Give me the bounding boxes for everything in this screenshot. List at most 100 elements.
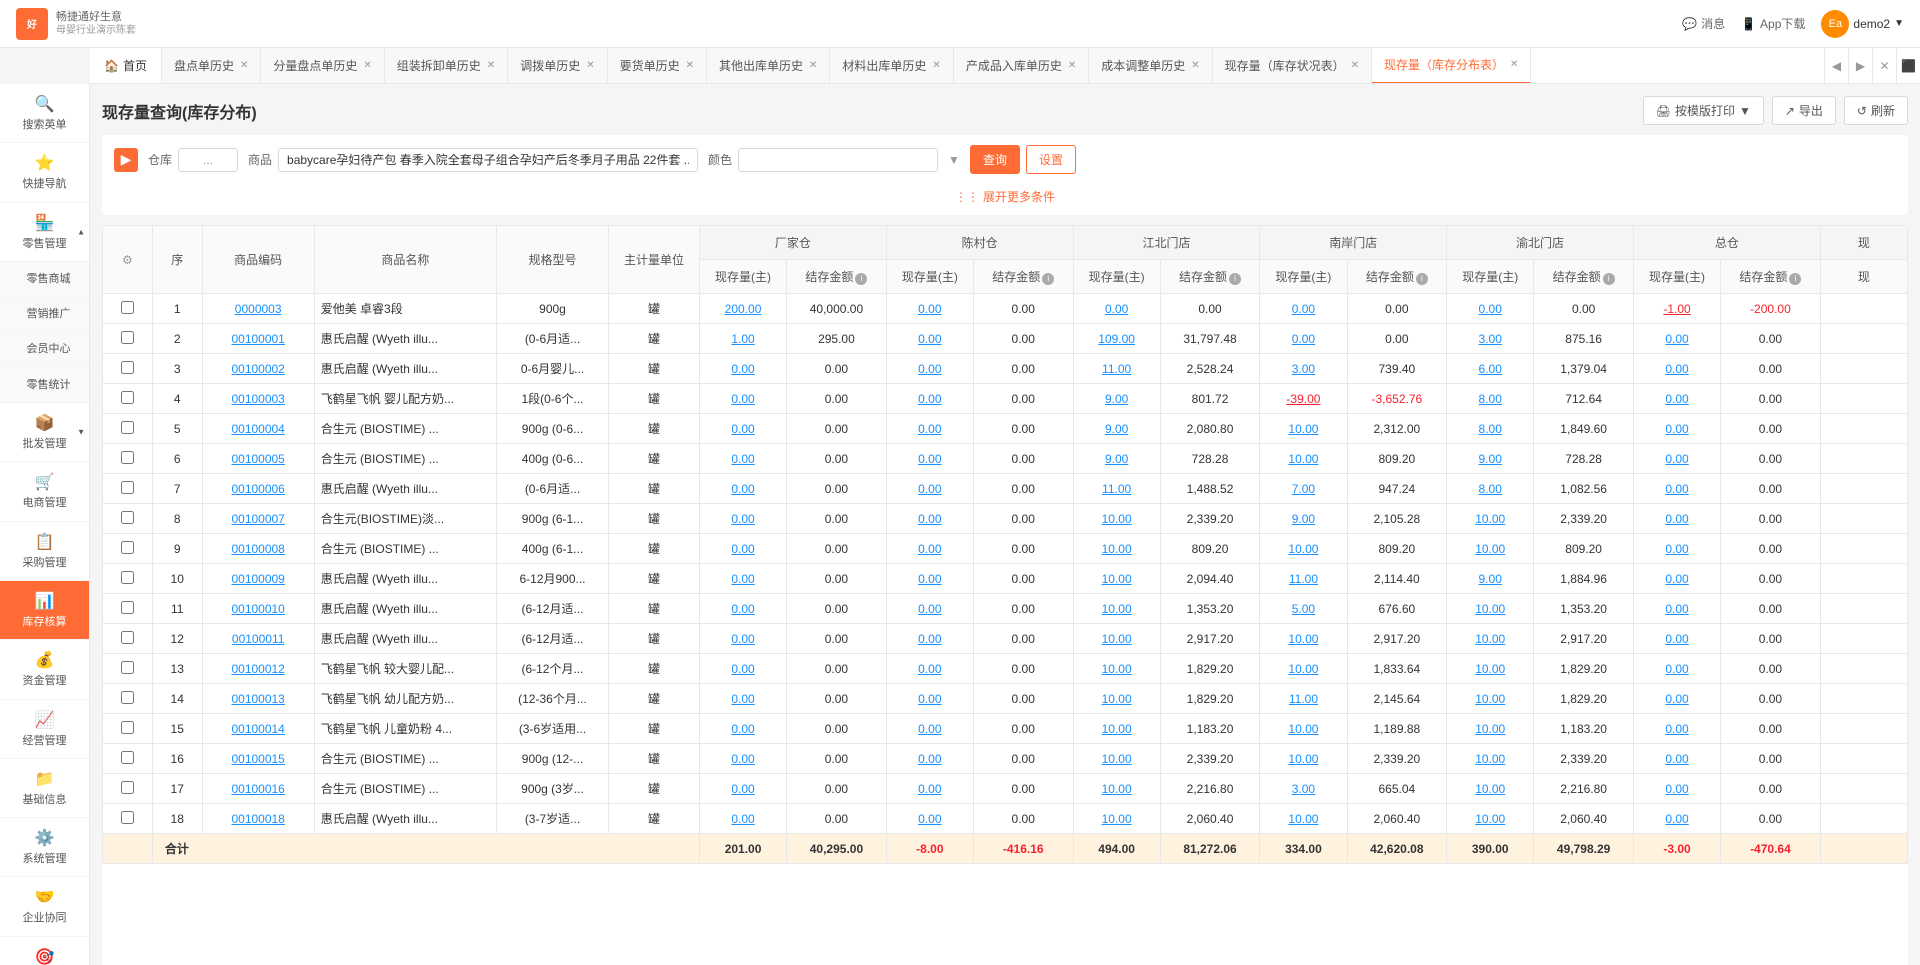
cell-checkbox[interactable] [103,564,153,594]
nanan-amt-info-icon[interactable]: i [1416,273,1428,285]
cell-checkbox[interactable] [103,354,153,384]
tab-cost-adjust[interactable]: 成本调整单历史 ✕ [1089,48,1212,84]
table-scroll[interactable]: ⚙ 序 商品编码 商品名称 规格型号 主计量单位 厂家仓 陈村仓 江北门店 南岸… [102,225,1908,864]
cell-checkbox[interactable] [103,444,153,474]
cell-checkbox[interactable] [103,744,153,774]
tab-product-in[interactable]: 产成品入库单历史 ✕ [954,48,1089,84]
sidebar-item-retail-stats[interactable]: 零售统计 [0,368,89,403]
cell-checkbox[interactable] [103,684,153,714]
refresh-btn[interactable]: ↺ 刷新 [1844,96,1908,125]
column-settings-icon[interactable]: ⚙ [122,253,133,267]
cell-checkbox[interactable] [103,534,153,564]
tab-material-out-close[interactable]: ✕ [932,60,940,71]
cell-nanan-amt: 2,312.00 [1347,414,1447,444]
shanchen-amt-info-icon[interactable]: i [1042,273,1054,285]
sidebar-item-operations[interactable]: 📈 经营管理 [0,700,89,759]
cell-checkbox[interactable] [103,594,153,624]
tab-stock-status-close[interactable]: ✕ [1351,60,1359,71]
tab-requisition-close[interactable]: ✕ [686,60,694,71]
cell-unit: 罐 [609,714,700,744]
cell-factory-amt: 295.00 [787,324,887,354]
sidebar-item-ecommerce[interactable]: 🛒 电商管理 [0,462,89,521]
cell-spec: (12-36个月... [496,684,608,714]
settings-btn[interactable]: 设置 [1026,145,1076,174]
cell-checkbox[interactable] [103,654,153,684]
message-btn[interactable]: 💬 消息 [1682,15,1725,32]
sidebar-item-quick-nav[interactable]: ⭐ 快捷导航 [0,143,89,202]
cell-jiangbei-qty: 10.00 [1073,804,1160,834]
cell-jiangbei-amt: 2,339.20 [1160,744,1260,774]
print-btn[interactable]: 🖨 按模版打印 ▼ [1643,96,1764,125]
table-row: 8 00100007 合生元(BIOSTIME)淡... 900g (6-1..… [103,504,1908,534]
cell-code: 00100006 [202,474,314,504]
sidebar-item-retail[interactable]: 🏪 零售管理 ▲ [0,203,89,262]
sidebar-item-retail-mall[interactable]: 零售商城 [0,262,89,297]
jiangbei-amt-info-icon[interactable]: i [1229,273,1241,285]
filter-color-input[interactable] [738,148,938,172]
sidebar-item-member[interactable]: 会员中心 [0,332,89,367]
cell-jiangbei-amt: 31,797.48 [1160,324,1260,354]
cell-seq: 14 [152,684,202,714]
search-btn[interactable]: 查询 [970,145,1020,174]
factory-amt-info-icon[interactable]: i [855,273,867,285]
cell-name: 惠氏启醒 (Wyeth illu... [314,354,496,384]
user-dropdown[interactable]: Ea demo2 ▼ [1821,10,1904,38]
filter-expand-btn[interactable]: ▶ [114,148,138,172]
nav-next-btn[interactable]: ▶ [1848,48,1872,84]
nav-menu-btn[interactable]: ⬛ [1896,48,1920,84]
sidebar-item-system[interactable]: ⚙️ 系统管理 [0,818,89,877]
cell-checkbox[interactable] [103,474,153,504]
tab-stock-dist-close[interactable]: ✕ [1510,59,1518,70]
th-jiangbei-qty: 现存量(主) [1073,260,1160,294]
tab-requisition[interactable]: 要货单历史 ✕ [608,48,707,84]
cell-yuubei-qty: 10.00 [1447,804,1534,834]
sidebar-item-purchase[interactable]: 📋 采购管理 [0,522,89,581]
sidebar-item-inventory[interactable]: 📊 库存核算 [0,581,89,640]
tab-other-out[interactable]: 其他出库单历史 ✕ [707,48,830,84]
sidebar-item-basic[interactable]: 📁 基础信息 [0,759,89,818]
cell-checkbox[interactable] [103,624,153,654]
yuubei-amt-info-icon[interactable]: i [1603,273,1615,285]
tab-transfer[interactable]: 调拨单历史 ✕ [508,48,607,84]
tab-combo-dismantle-close[interactable]: ✕ [487,60,495,71]
sidebar-item-marketing[interactable]: 营销推广 [0,297,89,332]
tab-product-in-close[interactable]: ✕ [1068,60,1076,71]
tab-stock-dist[interactable]: 现存量（库存分布表） ✕ [1372,48,1531,84]
cell-checkbox[interactable] [103,294,153,324]
tab-other-out-close[interactable]: ✕ [809,60,817,71]
cell-checkbox[interactable] [103,774,153,804]
tab-material-out[interactable]: 材料出库单历史 ✕ [830,48,953,84]
cell-checkbox[interactable] [103,714,153,744]
export-btn[interactable]: ↗ 导出 [1772,96,1836,125]
sidebar-item-wholesale[interactable]: 📦 批发管理 ▼ [0,403,89,462]
tab-stock-status[interactable]: 现存量（库存状况表） ✕ [1213,48,1372,84]
download-btn[interactable]: 📱 App下载 [1741,15,1805,32]
cell-checkbox[interactable] [103,384,153,414]
total-amt-info-icon[interactable]: i [1789,273,1801,285]
sidebar-item-enterprise[interactable]: 🤝 企业协同 [0,877,89,936]
tab-sub-count[interactable]: 分量盘点单历史 ✕ [261,48,384,84]
cell-checkbox[interactable] [103,414,153,444]
nav-prev-btn[interactable]: ◀ [1824,48,1848,84]
tab-inventory-count[interactable]: 盘点单历史 ✕ [162,48,261,84]
tab-combo-dismantle[interactable]: 组装拆卸单历史 ✕ [385,48,508,84]
tab-inventory-count-close[interactable]: ✕ [240,60,248,71]
cell-checkbox[interactable] [103,804,153,834]
cell-checkbox[interactable] [103,504,153,534]
tab-home[interactable]: 🏠 首页 [90,48,162,84]
expand-more-btn[interactable]: ⋮⋮ 展开更多条件 [114,184,1896,205]
tab-transfer-close[interactable]: ✕ [586,60,594,71]
cell-jiangbei-qty: 10.00 [1073,744,1160,774]
filter-warehouse-input[interactable] [178,148,238,172]
cell-checkbox[interactable] [103,324,153,354]
sidebar-item-newbie[interactable]: 🎯 新手引导 [0,937,89,965]
tab-sub-count-close[interactable]: ✕ [363,60,371,71]
nav-close-btn[interactable]: ✕ [1872,48,1896,84]
sidebar-item-finance[interactable]: 💰 资金管理 [0,640,89,699]
sidebar-item-search[interactable]: 🔍 搜索英单 [0,84,89,143]
tab-cost-adjust-close[interactable]: ✕ [1191,60,1199,71]
cell-spec: (0-6月适... [496,324,608,354]
page-title: 现存量查询(库存分布) [102,99,257,123]
filter-product-input[interactable] [278,148,698,172]
cell-yuubei-qty: 9.00 [1447,444,1534,474]
